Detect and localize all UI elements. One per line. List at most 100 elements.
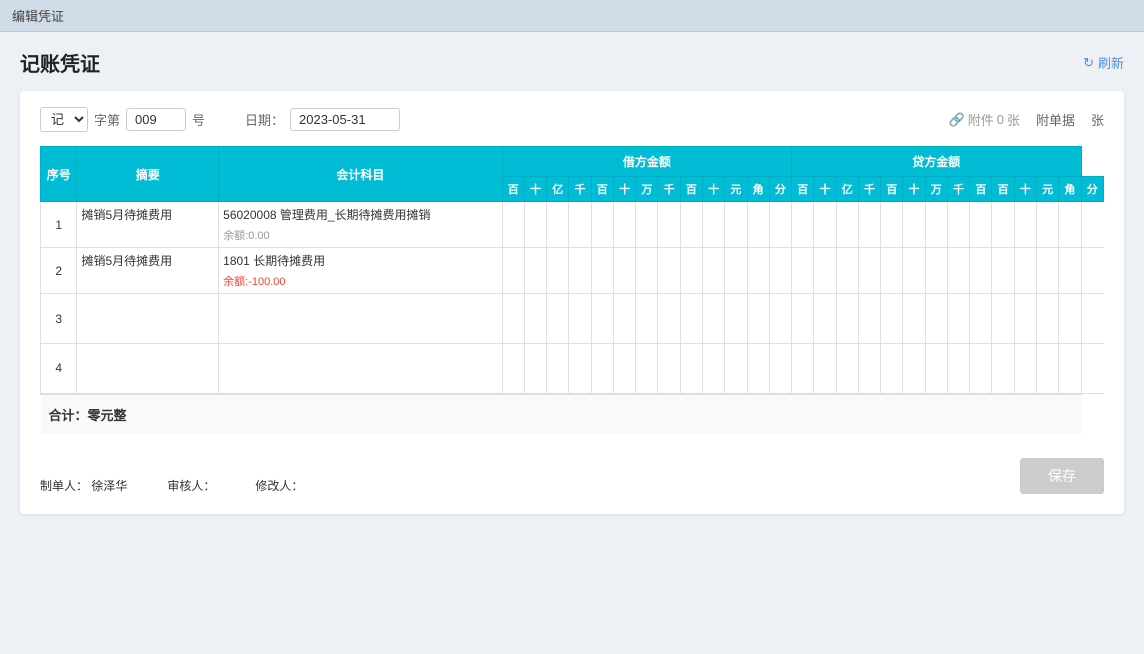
row3-credit-digit-2[interactable] xyxy=(836,344,858,394)
row0-credit-digit-10[interactable] xyxy=(1014,202,1036,248)
row1-debit-digit-2[interactable] xyxy=(547,248,569,294)
row2-credit-digit-10[interactable] xyxy=(1014,294,1036,344)
row-summary-2[interactable] xyxy=(77,294,219,344)
row3-debit-digit-2[interactable] xyxy=(547,344,569,394)
row3-credit-digit-10[interactable] xyxy=(1014,344,1036,394)
table-row[interactable]: 3 xyxy=(41,294,1104,344)
row0-debit-digit-11[interactable] xyxy=(747,202,769,248)
row2-credit-digit-5[interactable] xyxy=(903,294,925,344)
row0-credit-digit-11[interactable] xyxy=(1036,202,1058,248)
row1-debit-digit-3[interactable] xyxy=(569,248,591,294)
row3-debit-digit-1[interactable] xyxy=(524,344,546,394)
row0-credit-digit-5[interactable] xyxy=(903,202,925,248)
row0-credit-digit-7[interactable] xyxy=(947,202,969,248)
row2-debit-digit-1[interactable] xyxy=(524,294,546,344)
row0-credit-digit-8[interactable] xyxy=(970,202,992,248)
row2-debit-digit-9[interactable] xyxy=(703,294,725,344)
attach-single[interactable]: 附单据 xyxy=(1036,110,1075,129)
row1-credit-digit-0[interactable] xyxy=(792,248,814,294)
row-account-3[interactable] xyxy=(219,344,502,394)
row2-credit-digit-2[interactable] xyxy=(836,294,858,344)
row3-debit-digit-6[interactable] xyxy=(636,344,658,394)
row3-credit-digit-8[interactable] xyxy=(970,344,992,394)
row1-credit-digit-11[interactable] xyxy=(1036,248,1058,294)
row0-debit-digit-10[interactable] xyxy=(725,202,747,248)
row3-credit-digit-1[interactable] xyxy=(814,344,836,394)
row1-debit-digit-10[interactable] xyxy=(725,248,747,294)
row2-credit-digit-1[interactable] xyxy=(814,294,836,344)
voucher-type-select[interactable]: 记 收 付 xyxy=(40,107,88,132)
row3-debit-digit-7[interactable] xyxy=(658,344,680,394)
row1-credit-digit-5[interactable] xyxy=(903,248,925,294)
row0-debit-digit-7[interactable] xyxy=(658,202,680,248)
save-button[interactable]: 保存 xyxy=(1020,458,1104,494)
row2-credit-digit-11[interactable] xyxy=(1036,294,1058,344)
row2-credit-digit-4[interactable] xyxy=(881,294,903,344)
row3-debit-digit-11[interactable] xyxy=(747,344,769,394)
row3-credit-digit-5[interactable] xyxy=(903,344,925,394)
row0-debit-digit-8[interactable] xyxy=(680,202,702,248)
row1-debit-digit-7[interactable] xyxy=(658,248,680,294)
row3-debit-digit-10[interactable] xyxy=(725,344,747,394)
row0-credit-digit-0[interactable] xyxy=(792,202,814,248)
row2-debit-digit-5[interactable] xyxy=(613,294,635,344)
row1-debit-digit-6[interactable] xyxy=(636,248,658,294)
row3-debit-digit-3[interactable] xyxy=(569,344,591,394)
row1-credit-digit-2[interactable] xyxy=(836,248,858,294)
row0-credit-digit-3[interactable] xyxy=(858,202,880,248)
row2-credit-digit-7[interactable] xyxy=(947,294,969,344)
table-row[interactable]: 2摊销5月待摊费用1801 长期待摊费用余额:-100.00 xyxy=(41,248,1104,294)
row2-debit-digit-6[interactable] xyxy=(636,294,658,344)
row2-debit-digit-10[interactable] xyxy=(725,294,747,344)
row2-debit-digit-11[interactable] xyxy=(747,294,769,344)
row-account-2[interactable] xyxy=(219,294,502,344)
table-row[interactable]: 1摊销5月待摊费用56020008 管理费用_长期待摊费用摊销余额:0.00 xyxy=(41,202,1104,248)
row0-debit-digit-0[interactable] xyxy=(502,202,524,248)
row1-credit-digit-4[interactable] xyxy=(881,248,903,294)
row-account-0[interactable]: 56020008 管理费用_长期待摊费用摊销余额:0.00 xyxy=(219,202,502,248)
row1-debit-digit-12[interactable] xyxy=(769,248,791,294)
row2-credit-digit-0[interactable] xyxy=(792,294,814,344)
row0-debit-digit-6[interactable] xyxy=(636,202,658,248)
refresh-button[interactable]: ↻ 刷新 xyxy=(1083,53,1124,72)
table-row[interactable]: 4 xyxy=(41,344,1104,394)
row3-debit-digit-9[interactable] xyxy=(703,344,725,394)
row0-credit-digit-6[interactable] xyxy=(925,202,947,248)
row1-credit-digit-12[interactable] xyxy=(1059,248,1081,294)
row3-debit-digit-0[interactable] xyxy=(502,344,524,394)
row3-credit-digit-0[interactable] xyxy=(792,344,814,394)
row2-debit-digit-12[interactable] xyxy=(769,294,791,344)
row1-credit-digit-6[interactable] xyxy=(925,248,947,294)
row3-credit-digit-4[interactable] xyxy=(881,344,903,394)
row2-credit-digit-8[interactable] xyxy=(970,294,992,344)
row0-debit-digit-4[interactable] xyxy=(591,202,613,248)
row1-debit-digit-4[interactable] xyxy=(591,248,613,294)
row3-credit-digit-11[interactable] xyxy=(1036,344,1058,394)
row2-credit-digit-3[interactable] xyxy=(858,294,880,344)
row3-debit-digit-5[interactable] xyxy=(613,344,635,394)
row0-credit-digit-1[interactable] xyxy=(814,202,836,248)
row1-credit-digit-9[interactable] xyxy=(992,248,1014,294)
row3-credit-digit-12[interactable] xyxy=(1059,344,1081,394)
row0-debit-digit-12[interactable] xyxy=(769,202,791,248)
row3-credit-digit-3[interactable] xyxy=(858,344,880,394)
row-summary-0[interactable]: 摊销5月待摊费用 xyxy=(77,202,219,248)
row2-debit-digit-7[interactable] xyxy=(658,294,680,344)
row3-debit-digit-8[interactable] xyxy=(680,344,702,394)
row1-debit-digit-0[interactable] xyxy=(502,248,524,294)
row3-debit-digit-4[interactable] xyxy=(591,344,613,394)
row3-credit-digit-6[interactable] xyxy=(925,344,947,394)
row-summary-1[interactable]: 摊销5月待摊费用 xyxy=(77,248,219,294)
row2-debit-digit-2[interactable] xyxy=(547,294,569,344)
row0-credit-digit-2[interactable] xyxy=(836,202,858,248)
row1-credit-digit-7[interactable] xyxy=(947,248,969,294)
attach-link[interactable]: 🔗 附件 0 张 xyxy=(949,110,1020,129)
row2-debit-digit-4[interactable] xyxy=(591,294,613,344)
row2-debit-digit-3[interactable] xyxy=(569,294,591,344)
row1-debit-digit-11[interactable] xyxy=(747,248,769,294)
row2-debit-digit-8[interactable] xyxy=(680,294,702,344)
date-input[interactable] xyxy=(290,108,400,131)
row3-debit-digit-12[interactable] xyxy=(769,344,791,394)
row1-debit-digit-9[interactable] xyxy=(703,248,725,294)
row1-credit-digit-10[interactable] xyxy=(1014,248,1036,294)
